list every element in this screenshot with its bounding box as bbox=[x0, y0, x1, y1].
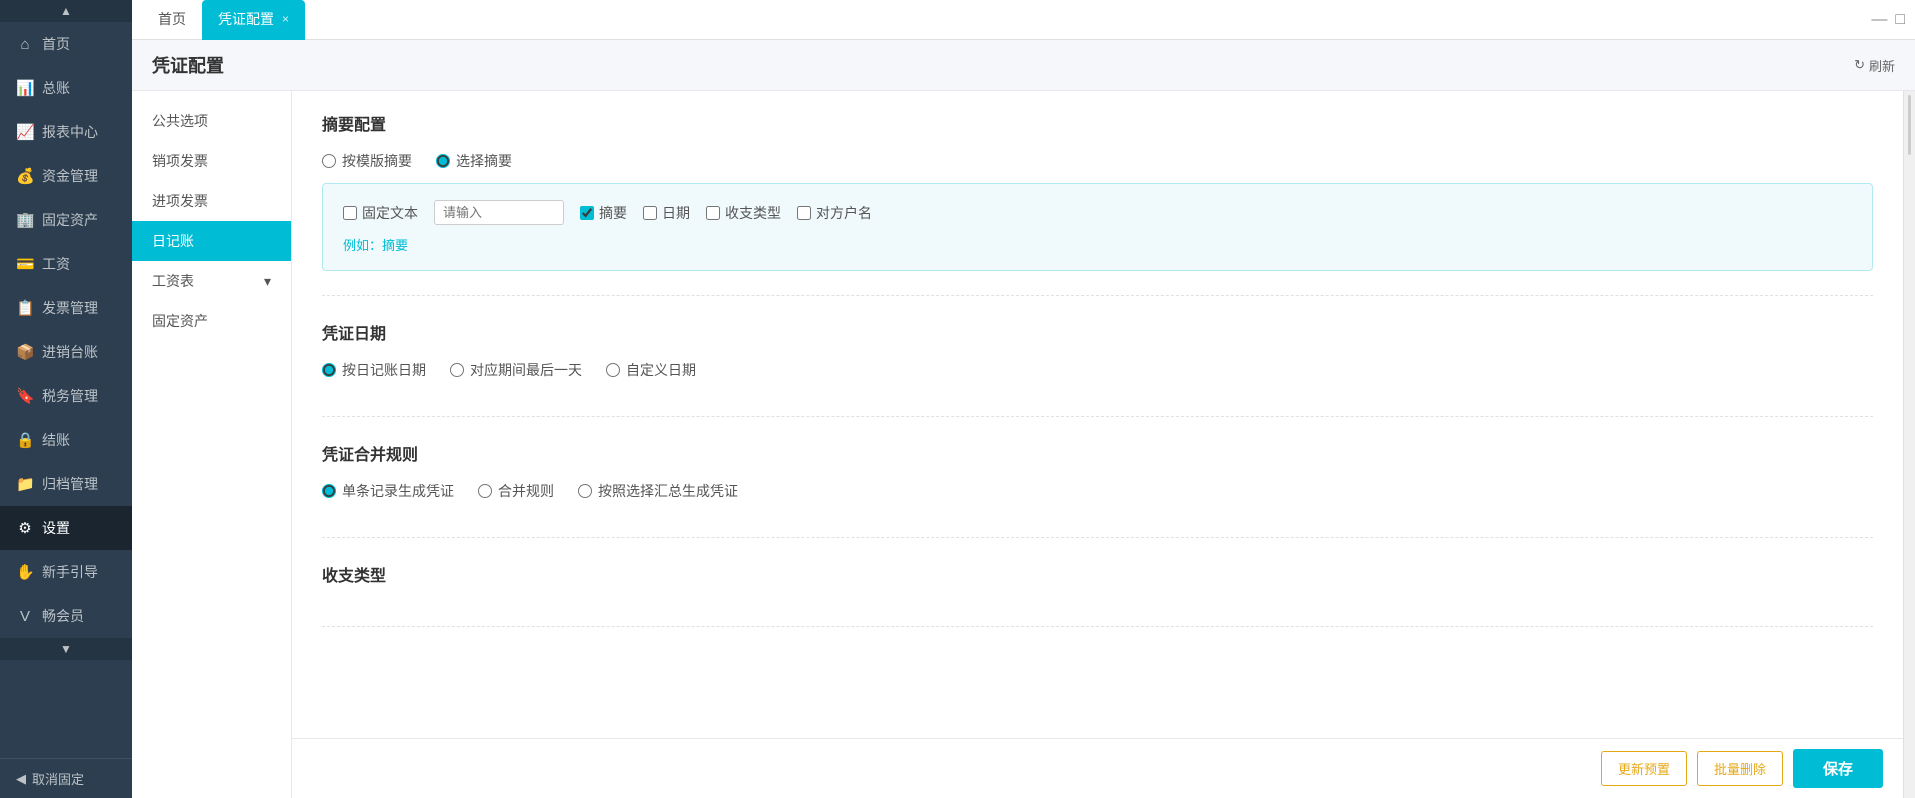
refresh-button[interactable]: ↻ 刷新 bbox=[1854, 56, 1895, 75]
checkbox-date[interactable]: 日期 bbox=[643, 203, 690, 223]
pin-icon: ◀ bbox=[16, 771, 26, 787]
checkbox-summary[interactable]: 摘要 bbox=[580, 203, 627, 223]
sidebar-cancel-pin[interactable]: ◀ 取消固定 bbox=[0, 758, 132, 798]
sidebar-item-funds[interactable]: 💰 资金管理 bbox=[0, 154, 132, 198]
summary-config-title: 摘要配置 bbox=[322, 111, 1873, 135]
guide-icon: ✋ bbox=[16, 563, 34, 581]
ledger-icon: 📊 bbox=[16, 79, 34, 97]
refresh-icon: ↻ bbox=[1854, 57, 1865, 73]
radio-by-journal-date[interactable]: 按日记账日期 bbox=[322, 360, 426, 380]
summary-config-box: 固定文本 摘要 日期 收支类型 bbox=[322, 183, 1873, 271]
vip-icon: V bbox=[16, 608, 34, 625]
sidebar-item-closing[interactable]: 🔒 结账 bbox=[0, 418, 132, 462]
voucher-date-radio-group: 按日记账日期 对应期间最后一天 自定义日期 bbox=[322, 360, 1873, 380]
sidebar-item-purchsales[interactable]: 📦 进销台账 bbox=[0, 330, 132, 374]
invoice-icon: 📋 bbox=[16, 299, 34, 317]
home-icon: ⌂ bbox=[16, 36, 34, 53]
radio-last-period-day[interactable]: 对应期间最后一天 bbox=[450, 360, 582, 380]
page-title: 凭证配置 bbox=[152, 52, 224, 78]
left-nav-journal[interactable]: 日记账 bbox=[132, 221, 291, 261]
sidebar-item-invoice[interactable]: 📋 发票管理 bbox=[0, 286, 132, 330]
sidebar-item-assets[interactable]: 🏢 固定资产 bbox=[0, 198, 132, 242]
sidebar-item-archive[interactable]: 📁 归档管理 bbox=[0, 462, 132, 506]
window-minimize-button[interactable]: — bbox=[1871, 11, 1887, 29]
settings-icon: ⚙ bbox=[16, 519, 34, 537]
radio-single-record[interactable]: 单条记录生成凭证 bbox=[322, 481, 454, 501]
summary-radio-group: 按模版摘要 选择摘要 bbox=[322, 151, 1873, 171]
left-nav-fixed-assets[interactable]: 固定资产 bbox=[132, 301, 291, 341]
chevron-down-icon: ▾ bbox=[264, 273, 271, 290]
checkbox-income-type[interactable]: 收支类型 bbox=[706, 203, 781, 223]
left-nav-sales-invoice[interactable]: 销项发票 bbox=[132, 141, 291, 181]
sidebar-item-settings[interactable]: ⚙ 设置 bbox=[0, 506, 132, 550]
content-area: 公共选项 销项发票 进项发票 日记账 工资表 ▾ 固定资产 摘要配置 bbox=[132, 91, 1915, 798]
checkbox-fixed-text[interactable]: 固定文本 bbox=[343, 203, 418, 223]
sidebar-item-home[interactable]: ⌂ 首页 bbox=[0, 22, 132, 66]
left-nav: 公共选项 销项发票 进项发票 日记账 工资表 ▾ 固定资产 bbox=[132, 91, 292, 798]
left-nav-public[interactable]: 公共选项 bbox=[132, 101, 291, 141]
update-preview-button[interactable]: 更新预置 bbox=[1601, 751, 1687, 786]
tab-close-button[interactable]: × bbox=[282, 12, 289, 26]
sidebar-item-ledger[interactable]: 📊 总账 bbox=[0, 66, 132, 110]
voucher-date-section: 凭证日期 按日记账日期 对应期间最后一天 自定义日期 bbox=[322, 320, 1873, 417]
income-type-section: 收支类型 bbox=[322, 562, 1873, 627]
main-area: 首页 凭证配置 × — □ 凭证配置 ↻ 刷新 公共选项 销项发票 进 bbox=[132, 0, 1915, 798]
merge-rules-title: 凭证合并规则 bbox=[322, 441, 1873, 465]
window-maximize-button[interactable]: □ bbox=[1895, 11, 1905, 29]
merge-rules-section: 凭证合并规则 单条记录生成凭证 合并规则 按照选择汇总生成凭证 bbox=[322, 441, 1873, 538]
archive-icon: 📁 bbox=[16, 475, 34, 493]
radio-template-summary[interactable]: 按模版摘要 bbox=[322, 151, 412, 171]
voucher-date-title: 凭证日期 bbox=[322, 320, 1873, 344]
save-button[interactable]: 保存 bbox=[1793, 749, 1883, 788]
closing-icon: 🔒 bbox=[16, 431, 34, 449]
batch-delete-button[interactable]: 批量删除 bbox=[1697, 751, 1783, 786]
sidebar-scroll-up[interactable]: ▲ bbox=[0, 0, 132, 22]
right-panel: 摘要配置 按模版摘要 选择摘要 固定文本 bbox=[292, 91, 1903, 798]
sidebar-scroll-down[interactable]: ▼ bbox=[0, 638, 132, 660]
radio-select-summary[interactable]: 按照选择汇总生成凭证 bbox=[578, 481, 738, 501]
summary-example: 例如：摘要 bbox=[343, 235, 1852, 254]
payroll-icon: 💳 bbox=[16, 255, 34, 273]
reports-icon: 📈 bbox=[16, 123, 34, 141]
scroll-thumb[interactable] bbox=[1908, 95, 1911, 155]
tab-actions: — □ bbox=[1871, 11, 1905, 29]
left-nav-payroll-table[interactable]: 工资表 ▾ bbox=[132, 261, 291, 301]
sidebar-item-tax[interactable]: 🔖 税务管理 bbox=[0, 374, 132, 418]
checkbox-counterpart[interactable]: 对方户名 bbox=[797, 203, 872, 223]
tax-icon: 🔖 bbox=[16, 387, 34, 405]
sidebar-item-reports[interactable]: 📈 报表中心 bbox=[0, 110, 132, 154]
sidebar-item-guide[interactable]: ✋ 新手引导 bbox=[0, 550, 132, 594]
income-type-title: 收支类型 bbox=[322, 562, 1873, 586]
bottom-action-bar: 更新预置 批量删除 保存 bbox=[292, 738, 1903, 798]
scroll-indicator bbox=[1903, 91, 1915, 798]
page-header: 凭证配置 ↻ 刷新 bbox=[132, 40, 1915, 91]
summary-checkboxes-row: 固定文本 摘要 日期 收支类型 bbox=[343, 200, 1852, 225]
fixed-text-input[interactable] bbox=[434, 200, 564, 225]
summary-config-section: 摘要配置 按模版摘要 选择摘要 固定文本 bbox=[322, 111, 1873, 296]
radio-custom-date[interactable]: 自定义日期 bbox=[606, 360, 696, 380]
assets-icon: 🏢 bbox=[16, 211, 34, 229]
tab-bar: 首页 凭证配置 × — □ bbox=[132, 0, 1915, 40]
sidebar-item-payroll[interactable]: 💳 工资 bbox=[0, 242, 132, 286]
sidebar-item-vip[interactable]: V 畅会员 bbox=[0, 594, 132, 638]
radio-merge-rule[interactable]: 合并规则 bbox=[478, 481, 554, 501]
sidebar: ▲ ⌂ 首页 📊 总账 📈 报表中心 💰 资金管理 🏢 固定资产 💳 工资 📋 … bbox=[0, 0, 132, 798]
tab-home[interactable]: 首页 bbox=[142, 0, 202, 40]
purchsales-icon: 📦 bbox=[16, 343, 34, 361]
merge-rules-radio-group: 单条记录生成凭证 合并规则 按照选择汇总生成凭证 bbox=[322, 481, 1873, 501]
radio-select-summary[interactable]: 选择摘要 bbox=[436, 151, 512, 171]
funds-icon: 💰 bbox=[16, 167, 34, 185]
tab-voucher-config[interactable]: 凭证配置 × bbox=[202, 0, 305, 40]
left-nav-purchase-invoice[interactable]: 进项发票 bbox=[132, 181, 291, 221]
